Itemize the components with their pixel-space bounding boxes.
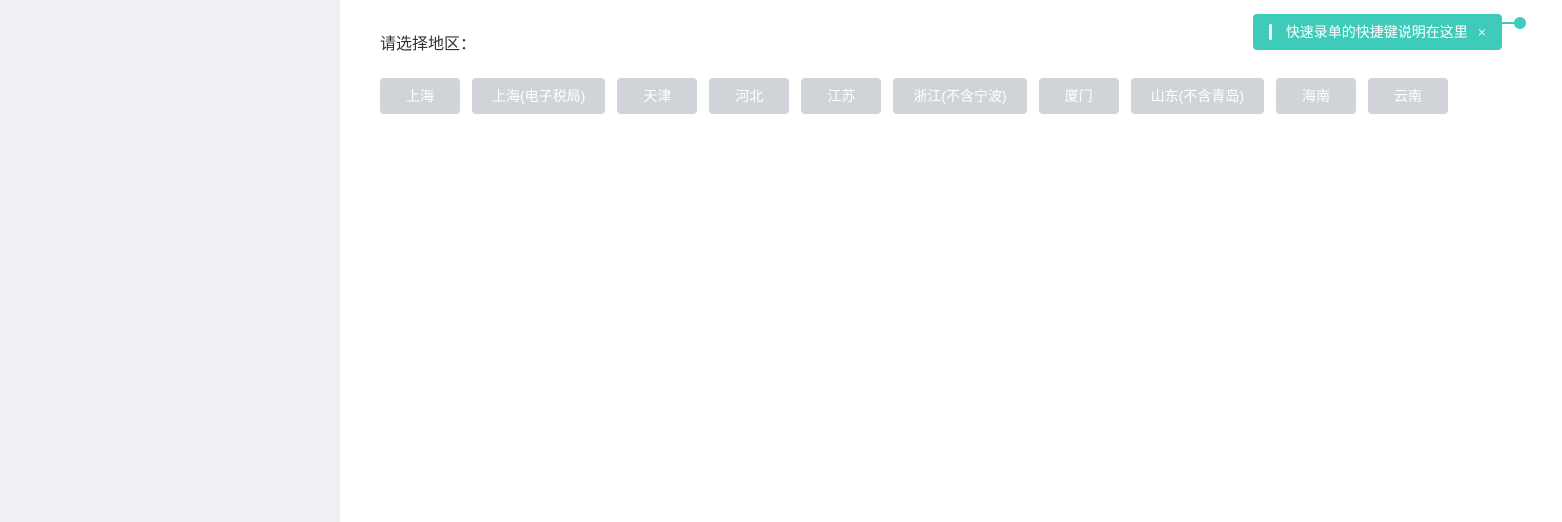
region-button-zhejiang[interactable]: 浙江(不含宁波)	[893, 78, 1026, 114]
connector-dot	[1514, 17, 1526, 29]
tooltip-banner: 快速录单的快捷键说明在这里 ×	[1253, 14, 1502, 50]
region-button-shandong[interactable]: 山东(不含青岛)	[1131, 78, 1264, 114]
region-button-shanghai[interactable]: 上海	[380, 78, 460, 114]
region-button-xiamen[interactable]: 厦门	[1039, 78, 1119, 114]
region-button-hainan[interactable]: 海南	[1276, 78, 1356, 114]
main-content: 请选择地区： 上海上海(电子税局)天津河北江苏浙江(不含宁波)厦门山东(不含青岛…	[340, 0, 1562, 522]
region-button-hebei[interactable]: 河北	[709, 78, 789, 114]
region-buttons: 上海上海(电子税局) 天津河北江苏浙江(不含宁波) 厦门山东(不含青岛) 海南云南	[380, 78, 1522, 114]
region-button-tianjin[interactable]: 天津	[617, 78, 697, 114]
region-button-jiangsu[interactable]: 江苏	[801, 78, 881, 114]
left-sidebar	[0, 0, 340, 522]
close-icon[interactable]: ×	[1478, 24, 1486, 40]
region-button-yunnan[interactable]: 云南	[1368, 78, 1448, 114]
region-button-shanghai-etax[interactable]: 上海(电子税局)	[472, 78, 605, 114]
tooltip-text: 快速录单的快捷键说明在这里	[1286, 22, 1468, 42]
